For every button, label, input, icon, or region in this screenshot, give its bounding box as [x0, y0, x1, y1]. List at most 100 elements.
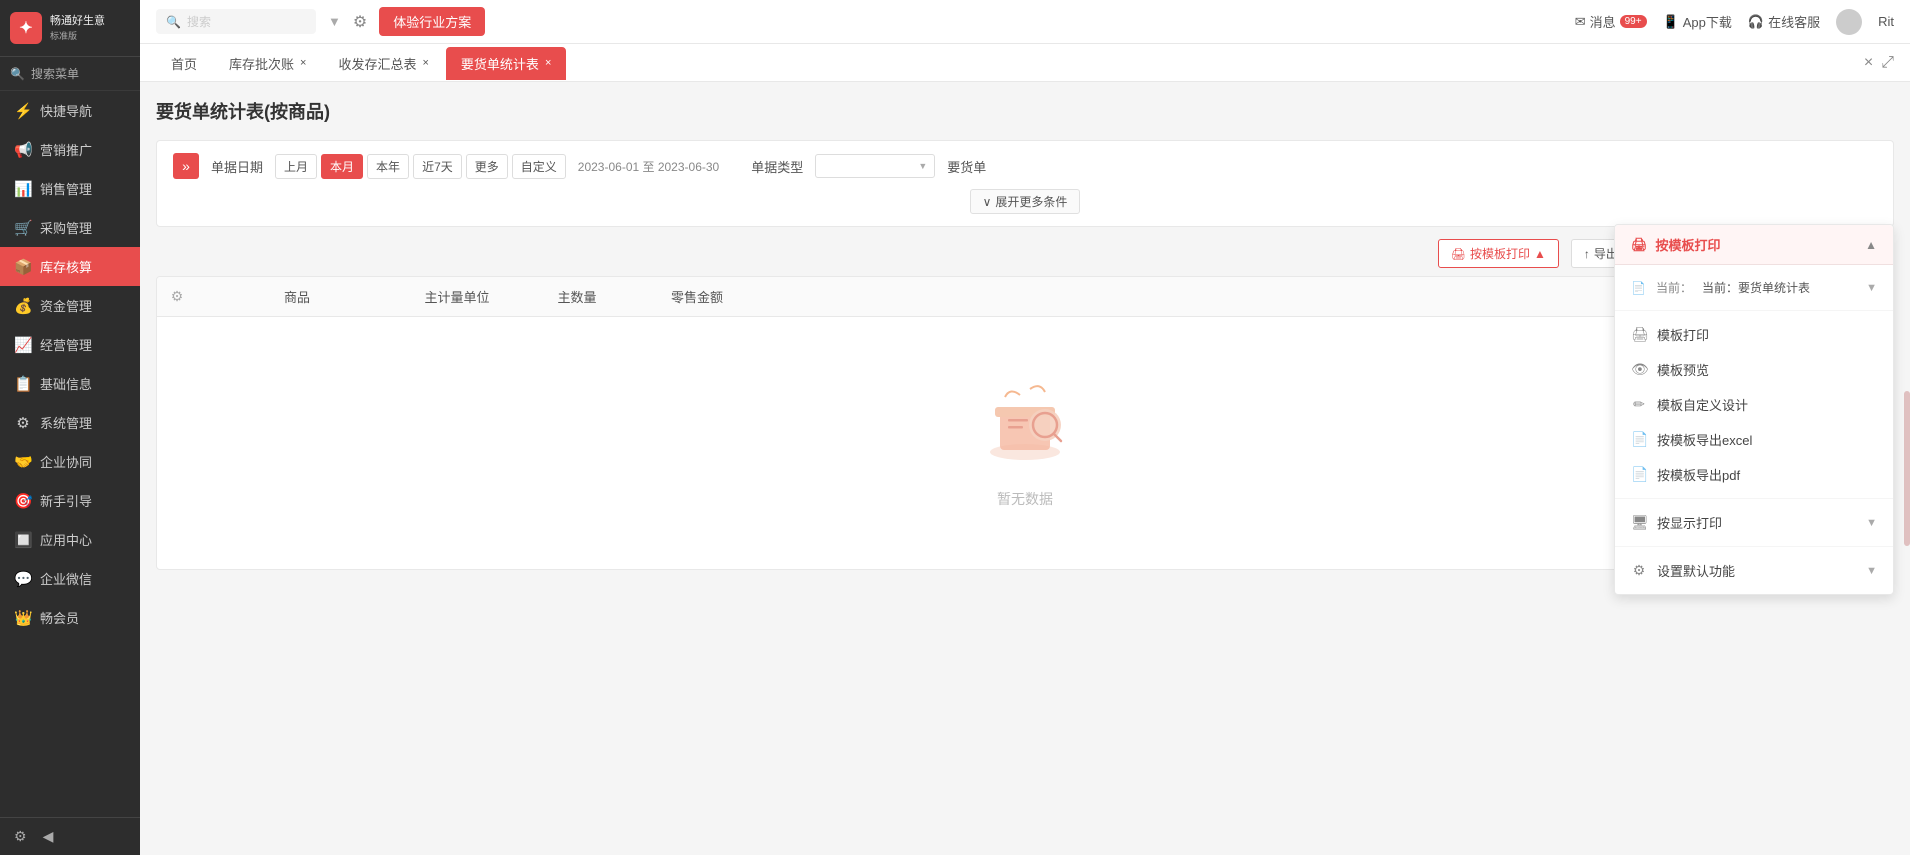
page-content: 要货单统计表(按商品) » 单据日期 上月 本月 本年 近7天 更多 自定义 2… — [140, 82, 1910, 855]
sidebar-item-guide[interactable]: 🎯 新手引导 — [0, 481, 140, 520]
date-btn-this-month[interactable]: 本月 — [321, 154, 363, 179]
filter-expand-btn[interactable]: » — [173, 153, 199, 179]
th-amount-label: 零售金额 — [671, 290, 723, 305]
tab-home[interactable]: 首页 — [156, 47, 212, 80]
th-product-label: 商品 — [284, 290, 310, 305]
sidebar-item-operations[interactable]: 📈 经营管理 — [0, 325, 140, 364]
tab-inventory-batch-close[interactable]: × — [300, 58, 306, 69]
sidebar-search[interactable]: 🔍 搜索菜单 — [0, 57, 140, 91]
sidebar-item-finance[interactable]: 💰 资金管理 — [0, 286, 140, 325]
sales-icon: 📊 — [14, 180, 32, 198]
dropdown-item-template-print[interactable]: 🖨 模板打印 — [1615, 317, 1893, 352]
operations-icon: 📈 — [14, 336, 32, 354]
th-settings[interactable]: ⚙ — [157, 288, 197, 305]
expand-more-label: 展开更多条件 — [995, 193, 1067, 210]
th-unit-label: 主计量单位 — [424, 290, 489, 305]
message-label: 消息 — [1590, 12, 1616, 31]
th-qty: 主数量 — [517, 287, 637, 306]
sidebar-item-marketing[interactable]: 📢 营销推广 — [0, 130, 140, 169]
topbar-dropdown-icon[interactable]: ▼ — [328, 14, 341, 29]
topbar-settings-icon[interactable]: ⚙ — [353, 12, 367, 32]
sidebar-item-wecom[interactable]: 💬 企业微信 — [0, 559, 140, 598]
dropdown-item-export-pdf[interactable]: 📄 按模板导出pdf — [1615, 457, 1893, 492]
user-name[interactable]: Rit — [1878, 14, 1894, 29]
sidebar-item-shortcut[interactable]: ⚡ 快捷导航 — [0, 91, 140, 130]
current-arrow: ▼ — [1866, 282, 1877, 294]
dropdown-item-template-preview[interactable]: 👁 模板预览 — [1615, 352, 1893, 387]
template-preview-icon: 👁 — [1631, 361, 1647, 378]
marketing-icon: 📢 — [14, 141, 32, 159]
dropdown-item-export-excel[interactable]: 📄 按模板导出excel — [1615, 422, 1893, 457]
date-btn-this-year[interactable]: 本年 — [367, 154, 409, 179]
app-name: 畅通好生意 — [50, 14, 105, 28]
type-filter-label: 单据类型 — [751, 157, 803, 176]
tab-order-stats-close[interactable]: × — [545, 58, 551, 69]
dropdown-items-section: 🖨 模板打印 👁 模板预览 ✏ 模板自定义设计 📄 按模板导出excel 📄 — [1615, 311, 1893, 499]
export-excel-icon: 📄 — [1631, 431, 1647, 448]
sidebar-item-system[interactable]: ⚙ 系统管理 — [0, 403, 140, 442]
set-default-icon: ⚙ — [1631, 562, 1647, 579]
print-label: 按模板打印 — [1470, 245, 1530, 262]
sidebar-footer: ⚙ ◀ — [0, 817, 140, 855]
order-type-tag: 要货单 — [947, 157, 986, 176]
message-btn[interactable]: ✉ 消息 99+ — [1575, 12, 1647, 31]
tab-receipt-summary-close[interactable]: × — [422, 58, 428, 69]
current-template-icon: 📄 — [1631, 281, 1646, 295]
window-close-btn[interactable]: × — [1864, 54, 1873, 72]
inventory-icon: 📦 — [14, 258, 32, 276]
resize-handle[interactable] — [1904, 391, 1910, 546]
footer-settings-icon[interactable]: ⚙ — [14, 828, 27, 845]
purchase-icon: 🛒 — [14, 219, 32, 237]
app-download-btn[interactable]: 📱 App下载 — [1663, 12, 1732, 31]
system-icon: ⚙ — [14, 414, 32, 432]
print-dropdown-menu: 🖨 按模板打印 ▲ 📄 当前： 当前：要货单统计表 ▼ 🖨 模板打 — [1614, 224, 1894, 595]
sidebar-label-purchase: 采购管理 — [40, 218, 92, 237]
print-btn[interactable]: 🖨 按模板打印 ▲ — [1438, 239, 1559, 268]
sidebar-item-basic[interactable]: 📋 基础信息 — [0, 364, 140, 403]
tab-inventory-batch[interactable]: 库存批次账 × — [214, 47, 321, 80]
sidebar-label-guide: 新手引导 — [40, 491, 92, 510]
date-filter-label: 单据日期 — [211, 157, 263, 176]
sidebar-item-member[interactable]: 👑 畅会员 — [0, 598, 140, 637]
sidebar-label-basic: 基础信息 — [40, 374, 92, 393]
window-maximize-btn[interactable]: ⤢ — [1881, 54, 1894, 72]
user-avatar[interactable] — [1836, 9, 1862, 35]
online-service-btn[interactable]: 🎧 在线客服 — [1748, 12, 1820, 31]
filter-row: » 单据日期 上月 本月 本年 近7天 更多 自定义 2023-06-01 至 … — [173, 153, 1877, 179]
footer-collapse-icon[interactable]: ◀ — [43, 828, 54, 845]
tab-order-stats[interactable]: 要货单统计表 × — [446, 47, 566, 80]
dropdown-item-display-print[interactable]: 🖥 按显示打印 ▼ — [1615, 505, 1893, 540]
table-settings-icon[interactable]: ⚙ — [171, 288, 184, 304]
template-design-label: 模板自定义设计 — [1657, 395, 1748, 414]
trial-btn[interactable]: 体验行业方案 — [379, 7, 485, 36]
dropdown-item-template-design[interactable]: ✏ 模板自定义设计 — [1615, 387, 1893, 422]
template-design-icon: ✏ — [1631, 396, 1647, 413]
sidebar-item-apps[interactable]: 🔲 应用中心 — [0, 520, 140, 559]
date-btn-more[interactable]: 更多 — [466, 154, 508, 179]
expand-more-btn[interactable]: ∨ 展开更多条件 — [970, 189, 1081, 214]
type-select[interactable] — [815, 154, 935, 178]
dropdown-item-set-default[interactable]: ⚙ 设置默认功能 ▼ — [1615, 553, 1893, 588]
sidebar-label-system: 系统管理 — [40, 413, 92, 432]
date-btn-7days[interactable]: 近7天 — [413, 154, 462, 179]
search-label: 搜索菜单 — [31, 65, 79, 82]
sidebar-item-collab[interactable]: 🤝 企业协同 — [0, 442, 140, 481]
tab-receipt-summary[interactable]: 收发存汇总表 × — [323, 47, 443, 80]
sidebar-item-inventory[interactable]: 📦 库存核算 — [0, 247, 140, 286]
topbar-search[interactable]: 🔍 搜索 — [156, 9, 316, 34]
sidebar-item-purchase[interactable]: 🛒 采购管理 — [0, 208, 140, 247]
dropdown-collapse-icon[interactable]: ▲ — [1865, 238, 1877, 252]
expand-more-icon: ∨ — [983, 195, 992, 209]
app-logo[interactable]: ✦ 畅通好生意 标准版 — [0, 0, 140, 57]
sidebar-label-member: 畅会员 — [40, 608, 79, 627]
shortcut-icon: ⚡ — [14, 102, 32, 120]
date-btn-prev-month[interactable]: 上月 — [275, 154, 317, 179]
print-icon: 🖨 — [1451, 247, 1466, 261]
export-pdf-icon: 📄 — [1631, 466, 1647, 483]
sidebar-item-sales[interactable]: 📊 销售管理 — [0, 169, 140, 208]
dropdown-current-item[interactable]: 📄 当前： 当前：要货单统计表 ▼ — [1615, 271, 1893, 304]
guide-icon: 🎯 — [14, 492, 32, 510]
date-btn-custom[interactable]: 自定义 — [512, 154, 566, 179]
app-download-icon: 📱 — [1663, 14, 1679, 30]
template-preview-label: 模板预览 — [1657, 360, 1709, 379]
